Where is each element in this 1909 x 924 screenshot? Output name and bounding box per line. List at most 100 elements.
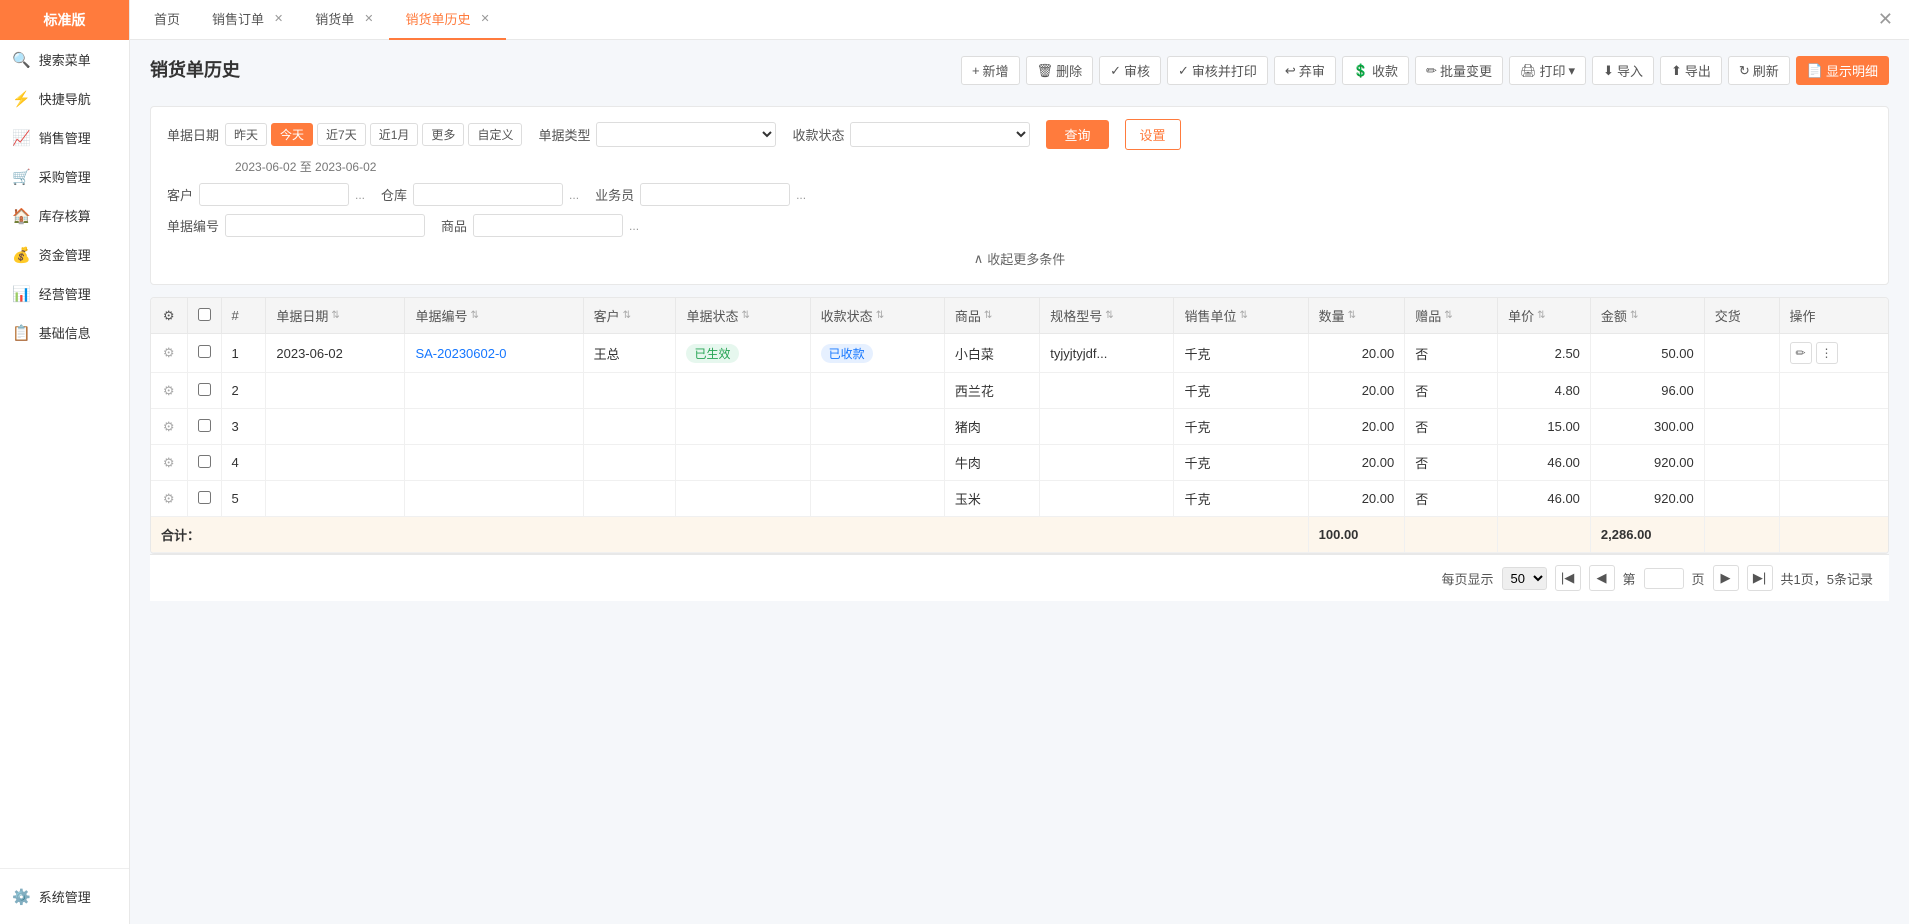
row-gear[interactable]: ⚙ xyxy=(151,445,187,481)
query-button[interactable]: 查询 xyxy=(1046,120,1108,149)
tab-sales-history[interactable]: 销货单历史 ✕ xyxy=(389,0,505,40)
date-btn-1month[interactable]: 近1月 xyxy=(370,123,419,146)
date-btn-custom[interactable]: 自定义 xyxy=(468,123,522,146)
sidebar-item-basic-info[interactable]: 📋 基础信息 xyxy=(0,313,129,352)
row-gear[interactable]: ⚙ xyxy=(151,481,187,517)
sidebar-item-inventory[interactable]: 🏠 库存核算 xyxy=(0,196,129,235)
customer-ellipsis[interactable]: ... xyxy=(355,188,365,202)
doc-type-select[interactable] xyxy=(596,122,776,147)
row-check[interactable] xyxy=(187,481,221,517)
row-trade xyxy=(1704,409,1779,445)
page-input[interactable]: 1 xyxy=(1644,568,1684,589)
data-table: ⚙ # 单据日期⇅ 单据编号⇅ 客户⇅ 单据状态⇅ 收款状态⇅ 商品⇅ 规格型号… xyxy=(151,298,1888,553)
tab-sales-order[interactable]: 销售订单 ✕ xyxy=(196,0,299,40)
audit-button[interactable]: ✓ 审核 xyxy=(1099,56,1161,85)
next-page-button[interactable]: ▶ xyxy=(1713,565,1739,591)
sidebar-item-label: 库存核算 xyxy=(39,206,91,225)
th-collect-status[interactable]: 收款状态⇅ xyxy=(810,298,944,334)
new-button[interactable]: + 新增 xyxy=(961,56,1020,85)
per-page-select[interactable]: 50 xyxy=(1502,567,1547,590)
row-check[interactable] xyxy=(187,409,221,445)
refresh-button[interactable]: ↻ 刷新 xyxy=(1728,56,1790,85)
salesperson-ellipsis[interactable]: ... xyxy=(796,188,806,202)
collect-status-select[interactable] xyxy=(850,122,1030,147)
th-amount[interactable]: 金额⇅ xyxy=(1590,298,1704,334)
date-btn-7days[interactable]: 近7天 xyxy=(317,123,366,146)
more-button[interactable]: ⋮ xyxy=(1816,342,1838,364)
warehouse-input[interactable] xyxy=(413,183,563,206)
customer-label: 客户 xyxy=(167,185,193,204)
close-sales-goods-icon[interactable]: ✕ xyxy=(364,12,373,25)
sidebar-item-quick-nav[interactable]: ⚡ 快捷导航 xyxy=(0,79,129,118)
row-spec xyxy=(1040,373,1174,409)
row-spec: tyjyjtyjdf... xyxy=(1040,334,1174,373)
row-checkbox[interactable] xyxy=(198,419,211,432)
th-doc-no[interactable]: 单据编号⇅ xyxy=(405,298,583,334)
doc-no-link[interactable]: SA-20230602-0 xyxy=(415,346,506,361)
th-check[interactable] xyxy=(187,298,221,334)
th-gift[interactable]: 赠品⇅ xyxy=(1405,298,1498,334)
export-button[interactable]: ⬆ 导出 xyxy=(1660,56,1722,85)
sidebar-item-sales-mgmt[interactable]: 📈 销售管理 xyxy=(0,118,129,157)
audit-print-button[interactable]: ✓ 审核并打印 xyxy=(1167,56,1268,85)
sidebar-item-search-menu[interactable]: 🔍 搜索菜单 xyxy=(0,40,129,79)
tab-sales-goods[interactable]: 销货单 ✕ xyxy=(299,0,389,40)
filter-customer: 客户 ... xyxy=(167,183,365,206)
edit-button[interactable]: ✏ xyxy=(1790,342,1812,364)
batch-change-button[interactable]: ✏ 批量变更 xyxy=(1415,56,1503,85)
summary-trade xyxy=(1704,517,1779,553)
import-button[interactable]: ⬇ 导入 xyxy=(1592,56,1654,85)
close-sales-history-icon[interactable]: ✕ xyxy=(481,12,490,25)
th-spec[interactable]: 规格型号⇅ xyxy=(1040,298,1174,334)
goods-input[interactable] xyxy=(473,214,623,237)
row-gift: 否 xyxy=(1405,409,1498,445)
th-qty[interactable]: 数量⇅ xyxy=(1308,298,1405,334)
close-all-tabs-icon[interactable]: ✕ xyxy=(1870,9,1901,30)
prev-page-button[interactable]: ◀ xyxy=(1589,565,1615,591)
th-doc-date[interactable]: 单据日期⇅ xyxy=(266,298,405,334)
setting-button[interactable]: 设置 xyxy=(1125,119,1181,150)
row-gear[interactable]: ⚙ xyxy=(151,373,187,409)
th-unit[interactable]: 销售单位⇅ xyxy=(1174,298,1308,334)
row-no: 1 xyxy=(221,334,266,373)
sidebar-item-purchase-mgmt[interactable]: 🛒 采购管理 xyxy=(0,157,129,196)
row-checkbox[interactable] xyxy=(198,455,211,468)
warehouse-ellipsis[interactable]: ... xyxy=(569,188,579,202)
th-customer[interactable]: 客户⇅ xyxy=(583,298,676,334)
tab-home[interactable]: 首页 xyxy=(138,0,196,40)
sidebar-item-biz-mgmt[interactable]: 📊 经营管理 xyxy=(0,274,129,313)
date-btn-today[interactable]: 今天 xyxy=(271,123,313,146)
row-checkbox[interactable] xyxy=(198,383,211,396)
show-detail-button[interactable]: 📄 显示明细 xyxy=(1796,56,1889,85)
abandon-button[interactable]: ↩ 弃审 xyxy=(1274,56,1336,85)
row-gear[interactable]: ⚙ xyxy=(151,409,187,445)
select-all-checkbox[interactable] xyxy=(198,308,211,321)
filter-collapse[interactable]: ∧ 收起更多条件 xyxy=(167,245,1872,272)
row-check[interactable] xyxy=(187,373,221,409)
filter-collect-status: 收款状态 xyxy=(792,122,1030,147)
salesperson-input[interactable] xyxy=(640,183,790,206)
collect-button[interactable]: 💲 收款 xyxy=(1342,56,1409,85)
last-page-button[interactable]: ▶| xyxy=(1747,565,1773,591)
th-price[interactable]: 单价⇅ xyxy=(1498,298,1591,334)
sidebar-item-fund-mgmt[interactable]: 💰 资金管理 xyxy=(0,235,129,274)
close-sales-order-icon[interactable]: ✕ xyxy=(274,12,283,25)
goods-ellipsis[interactable]: ... xyxy=(629,219,639,233)
date-btn-yesterday[interactable]: 昨天 xyxy=(225,123,267,146)
date-btn-more[interactable]: 更多 xyxy=(422,123,464,146)
row-check[interactable] xyxy=(187,445,221,481)
sidebar-item-sys-mgmt[interactable]: ⚙️ 系统管理 xyxy=(0,877,129,916)
th-doc-status[interactable]: 单据状态⇅ xyxy=(676,298,810,334)
th-gear[interactable]: ⚙ xyxy=(151,298,187,334)
customer-input[interactable] xyxy=(199,183,349,206)
row-gear[interactable]: ⚙ xyxy=(151,334,187,373)
delete-button[interactable]: 🗑 删除 xyxy=(1026,56,1094,85)
print-button[interactable]: 🖨 打印 ▾ xyxy=(1509,56,1586,85)
first-page-button[interactable]: |◀ xyxy=(1555,565,1581,591)
row-price: 4.80 xyxy=(1498,373,1591,409)
doc-no-input[interactable] xyxy=(225,214,425,237)
row-checkbox[interactable] xyxy=(198,491,211,504)
th-goods[interactable]: 商品⇅ xyxy=(944,298,1039,334)
row-check[interactable] xyxy=(187,334,221,373)
row-checkbox[interactable] xyxy=(198,345,211,358)
